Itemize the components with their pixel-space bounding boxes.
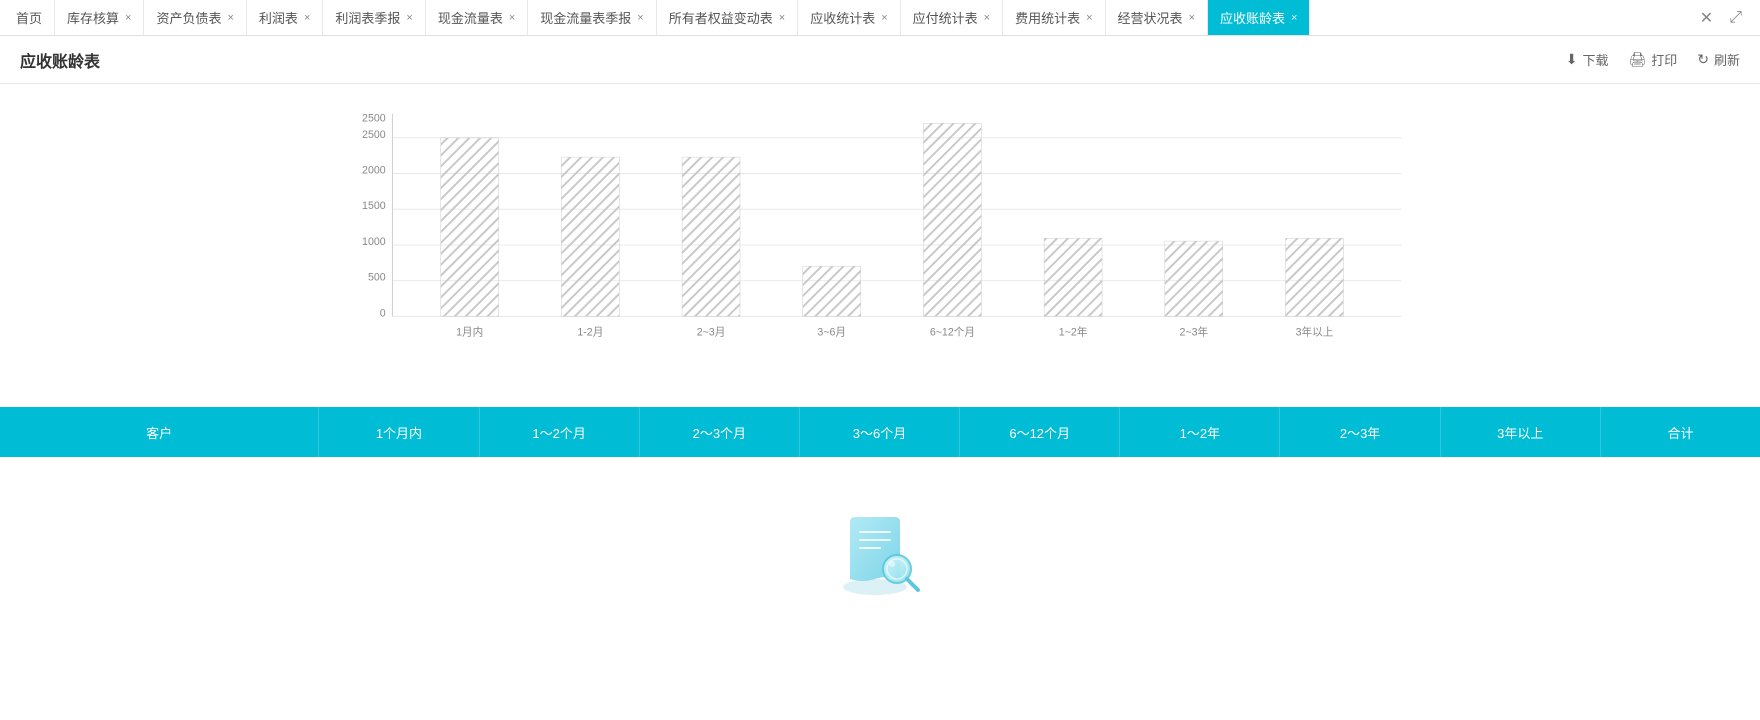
tab-equity-label: 所有者权益变动表 [669, 8, 773, 27]
bar-1month [441, 138, 499, 317]
bar-6-12month [923, 123, 981, 316]
th-6-12month: 6～12个月 [960, 407, 1120, 457]
tab-operation[interactable]: 经营状况表 × [1106, 0, 1208, 36]
svg-text:1-2月: 1-2月 [577, 327, 603, 339]
download-button[interactable]: ⬇ 下载 [1566, 50, 1609, 69]
page-header: 应收账龄表 ⬇ 下载 🖨 打印 ↻ 刷新 [0, 36, 1760, 84]
tab-balance-sheet-label: 资产负债表 [156, 8, 221, 27]
svg-text:6~12个月: 6~12个月 [930, 327, 975, 339]
chart-area: 0 500 1000 1500 2000 2500 2500 1月内 1-2月 [0, 84, 1760, 407]
tab-profit-quarterly-close[interactable]: × [406, 12, 412, 24]
tab-cashflow-label: 现金流量表 [438, 8, 503, 27]
tab-payable-stats-close[interactable]: × [984, 12, 990, 24]
refresh-icon: ↻ [1697, 51, 1709, 68]
svg-text:2000: 2000 [362, 165, 386, 177]
bar-3year-plus [1286, 238, 1344, 316]
tab-profit-label: 利润表 [259, 8, 298, 27]
tab-home[interactable]: 首页 [4, 0, 55, 36]
tab-inventory-label: 库存核算 [67, 8, 119, 27]
tab-payable-stats-label: 应付统计表 [913, 8, 978, 27]
tab-payable-stats[interactable]: 应付统计表 × [901, 0, 1003, 36]
th-1month: 1个月内 [319, 407, 479, 457]
svg-text:3~6月: 3~6月 [817, 327, 846, 339]
svg-text:2~3月: 2~3月 [697, 327, 726, 339]
th-total: 合计 [1601, 407, 1760, 457]
refresh-button[interactable]: ↻ 刷新 [1697, 50, 1740, 69]
th-3-6month: 3～6个月 [800, 407, 960, 457]
aging-chart: 0 500 1000 1500 2000 2500 2500 1月内 1-2月 [60, 104, 1700, 384]
th-2-3month: 2～3个月 [640, 407, 800, 457]
bar-3-6month [803, 266, 861, 316]
tab-inventory-close[interactable]: × [125, 12, 131, 24]
download-icon: ⬇ [1566, 51, 1578, 68]
table-header: 客户 1个月内 1～2个月 2～3个月 3～6个月 6～12个月 1～2年 2～… [0, 407, 1760, 457]
tab-expense-stats-label: 费用统计表 [1015, 8, 1080, 27]
tab-cashflow-quarterly-close[interactable]: × [637, 12, 643, 24]
tab-operation-label: 经营状况表 [1118, 8, 1183, 27]
window-close-icon[interactable]: ✕ [1696, 6, 1717, 30]
tab-receivable-aging-label: 应收账龄表 [1220, 8, 1285, 27]
svg-text:2500: 2500 [362, 129, 386, 141]
print-icon: 🖨 [1628, 51, 1646, 68]
th-customer: 客户 [0, 407, 319, 457]
tab-operation-close[interactable]: × [1189, 12, 1195, 24]
tab-cashflow-close[interactable]: × [509, 12, 515, 24]
tab-home-label: 首页 [16, 8, 42, 27]
tab-receivable-stats-close[interactable]: × [881, 12, 887, 24]
tab-profit[interactable]: 利润表 × [247, 0, 323, 36]
tab-cashflow-quarterly[interactable]: 现金流量表季报 × [528, 0, 656, 36]
svg-text:500: 500 [368, 272, 386, 284]
main-content: 0 500 1000 1500 2000 2500 2500 1月内 1-2月 [0, 84, 1760, 720]
tab-bar-actions: ✕ ⤢ [1686, 6, 1756, 30]
tab-receivable-stats-label: 应收统计表 [810, 8, 875, 27]
tab-equity-close[interactable]: × [779, 12, 785, 24]
bar-1-2year [1044, 238, 1102, 316]
svg-text:1500: 1500 [362, 200, 386, 212]
svg-text:2~3年: 2~3年 [1179, 326, 1208, 339]
tab-receivable-aging[interactable]: 应收账龄表 × [1208, 0, 1310, 36]
tab-balance-sheet-close[interactable]: × [227, 12, 233, 24]
th-2-3year: 2～3年 [1280, 407, 1440, 457]
table-body [0, 457, 1760, 720]
page-title: 应收账龄表 [20, 48, 100, 72]
bar-2-3year [1165, 241, 1223, 316]
tab-inventory[interactable]: 库存核算 × [55, 0, 144, 36]
tab-expense-stats[interactable]: 费用统计表 × [1003, 0, 1105, 36]
print-button[interactable]: 🖨 打印 [1628, 50, 1677, 69]
bar-2-3month [682, 157, 740, 316]
empty-state [805, 487, 955, 627]
tab-cashflow-quarterly-label: 现金流量表季报 [540, 8, 631, 27]
bar-1-2month [561, 157, 619, 316]
th-1-2month: 1～2个月 [480, 407, 640, 457]
tab-receivable-stats[interactable]: 应收统计表 × [798, 0, 900, 36]
tab-profit-quarterly-label: 利润表季报 [335, 8, 400, 27]
window-maximize-icon[interactable]: ⤢ [1725, 7, 1746, 29]
svg-text:1000: 1000 [362, 236, 386, 248]
tab-expense-stats-close[interactable]: × [1086, 12, 1092, 24]
svg-text:2500: 2500 [362, 112, 386, 124]
empty-state-icon [825, 507, 935, 607]
svg-text:0: 0 [380, 307, 386, 319]
tab-profit-quarterly[interactable]: 利润表季报 × [323, 0, 425, 36]
svg-text:1~2年: 1~2年 [1059, 326, 1088, 339]
tab-profit-close[interactable]: × [304, 12, 310, 24]
tab-receivable-aging-close[interactable]: × [1291, 12, 1297, 24]
svg-text:3年以上: 3年以上 [1296, 326, 1334, 339]
tab-cashflow[interactable]: 现金流量表 × [426, 0, 528, 36]
download-label: 下载 [1582, 50, 1608, 69]
tab-equity[interactable]: 所有者权益变动表 × [657, 0, 798, 36]
tab-balance-sheet[interactable]: 资产负债表 × [144, 0, 246, 36]
svg-text:1月内: 1月内 [456, 326, 483, 339]
refresh-label: 刷新 [1714, 50, 1740, 69]
tab-bar: 首页 库存核算 × 资产负债表 × 利润表 × 利润表季报 × 现金流量表 × … [0, 0, 1760, 36]
page-actions: ⬇ 下载 🖨 打印 ↻ 刷新 [1566, 50, 1740, 69]
print-label: 打印 [1651, 50, 1677, 69]
th-1-2year: 1～2年 [1120, 407, 1280, 457]
th-3year-plus: 3年以上 [1441, 407, 1601, 457]
